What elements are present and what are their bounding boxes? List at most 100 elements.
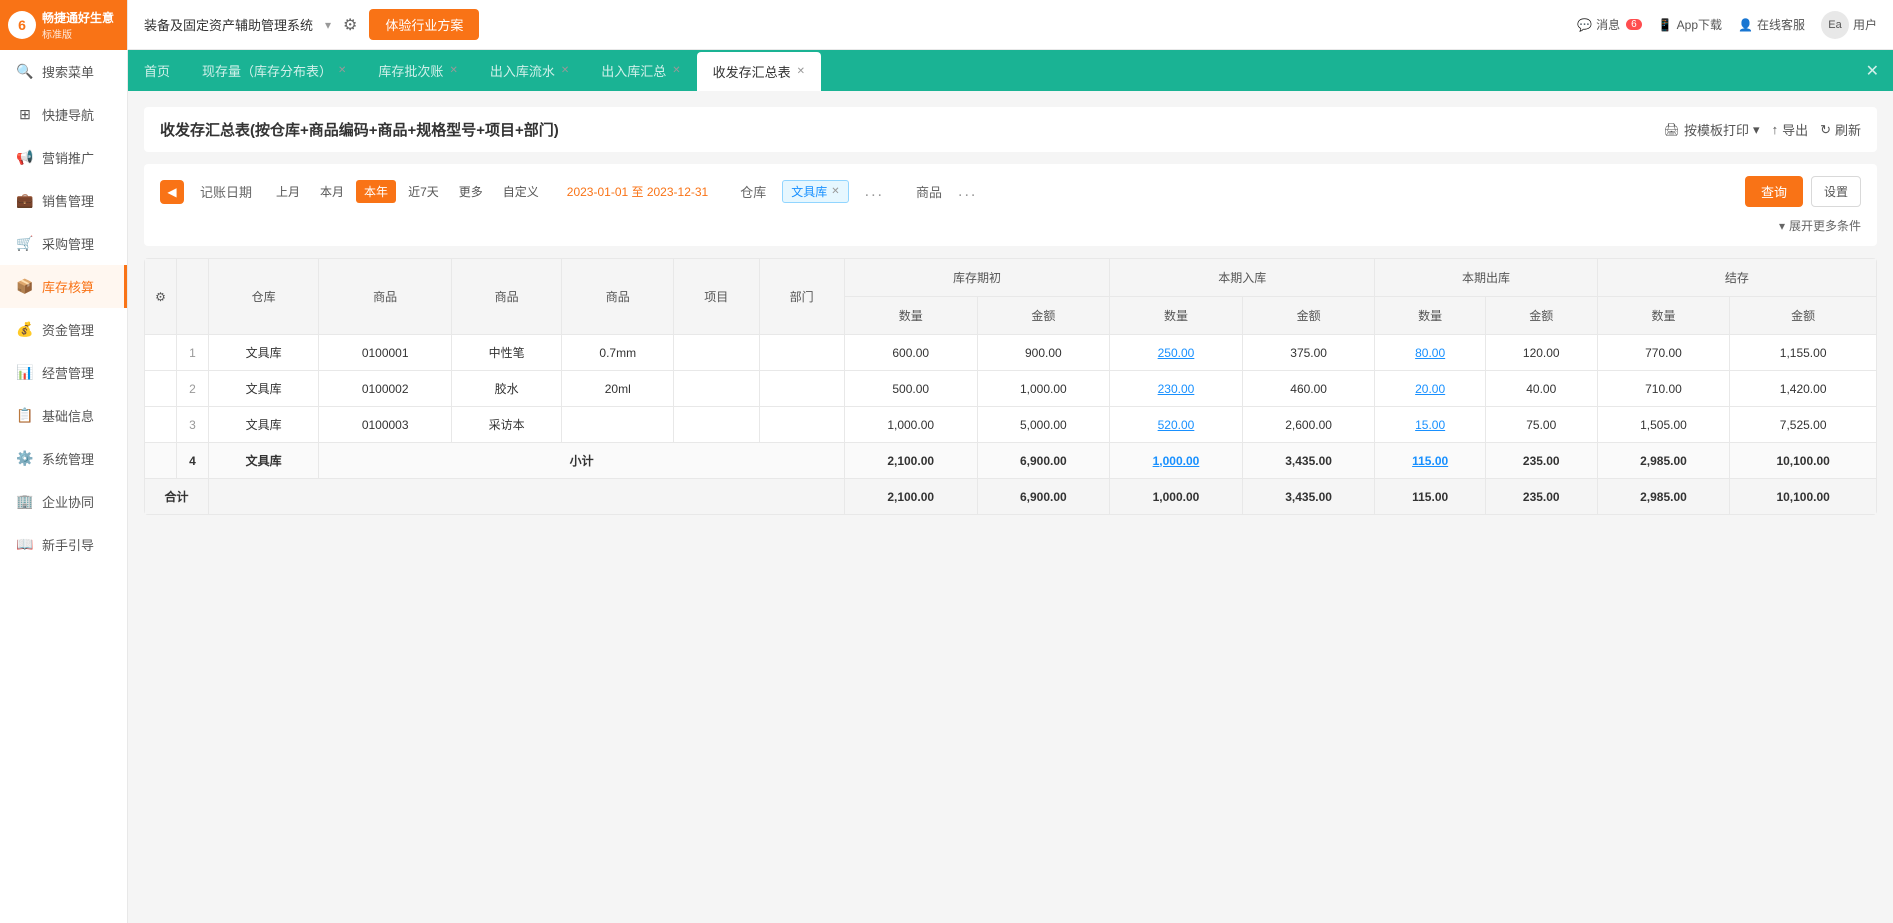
row-goods-code: 0100002 [319, 371, 452, 407]
print-button[interactable]: 🖨 按模板打印 ▾ [1664, 120, 1760, 139]
row-goods-name: 胶水 [452, 371, 562, 407]
tab-close-inout-flow[interactable]: ✕ [561, 65, 569, 76]
main-content: 装备及固定资产辅助管理系统 ▾ ⚙ 体验行业方案 💬 消息 6 📱 App下载 … [128, 0, 1893, 923]
subtotal-row: 4 文具库 小计 2,100.00 6,900.00 1,000.00 3,43… [145, 443, 1877, 479]
tab-inout-summary[interactable]: 出入库汇总 ✕ [585, 51, 696, 90]
date-btn-7days[interactable]: 近7天 [400, 180, 447, 203]
tab-inout-flow-label: 出入库流水 [490, 61, 555, 80]
enterprise-icon: 🏢 [16, 493, 34, 510]
sidebar-item-finance[interactable]: 💰 资金管理 [0, 308, 127, 351]
message-icon: 💬 [1577, 18, 1592, 32]
sidebar-item-system[interactable]: ⚙️ 系统管理 [0, 437, 127, 480]
date-btn-this-month[interactable]: 本月 [312, 180, 352, 203]
tab-close-receive-summary[interactable]: ✕ [797, 66, 805, 77]
settings-icon[interactable]: ⚙ [343, 15, 357, 35]
sidebar-item-label: 采购管理 [42, 234, 94, 253]
sidebar-item-label: 资金管理 [42, 320, 94, 339]
tab-batch[interactable]: 库存批次账 ✕ [362, 51, 473, 90]
sidebar-item-enterprise[interactable]: 🏢 企业协同 [0, 480, 127, 523]
query-button[interactable]: 查询 [1745, 176, 1803, 207]
header-actions: 💬 消息 6 📱 App下载 👤 在线客服 Ea 用户 [1577, 11, 1877, 39]
filter-collapse-button[interactable]: ◀ [160, 180, 184, 204]
home-icon: ⊞ [16, 106, 34, 123]
tab-close-inout-summary[interactable]: ✕ [672, 65, 680, 76]
sidebar-item-purchase[interactable]: 🛒 采购管理 [0, 222, 127, 265]
row-out-qty[interactable]: 15.00 [1375, 407, 1485, 443]
filter-settings-button[interactable]: 设置 [1811, 176, 1861, 207]
row-out-qty[interactable]: 80.00 [1375, 335, 1485, 371]
total-out-qty: 115.00 [1375, 479, 1485, 515]
th-settings[interactable]: ⚙ [145, 259, 177, 335]
total-empty-cell [209, 479, 845, 515]
date-btn-last-month[interactable]: 上月 [268, 180, 308, 203]
sidebar-item-marketing[interactable]: 📢 营销推广 [0, 136, 127, 179]
row-settings[interactable] [145, 371, 177, 407]
tab-inout-flow[interactable]: 出入库流水 ✕ [474, 51, 585, 90]
user-button[interactable]: Ea 用户 [1821, 11, 1877, 39]
expand-conditions-button[interactable]: ▾ 展开更多条件 [1779, 217, 1861, 234]
row-out-amt: 40.00 [1485, 371, 1597, 407]
row-goods-name: 采访本 [452, 407, 562, 443]
row-settings[interactable] [145, 407, 177, 443]
tab-close-batch[interactable]: ✕ [449, 65, 457, 76]
th-opening-qty: 数量 [844, 297, 977, 335]
goods-ellipsis[interactable]: ... [958, 183, 977, 201]
table-row: 1 文具库 0100001 中性笔 0.7mm 600.00 900.00 25… [145, 335, 1877, 371]
subtotal-out-qty[interactable]: 115.00 [1375, 443, 1485, 479]
row-index: 2 [177, 371, 209, 407]
th-warehouse: 仓库 [209, 259, 319, 335]
sidebar-nav: 🔍 搜索菜单 ⊞ 快捷导航 📢 营销推广 💼 销售管理 🛒 采购管理 📦 库存核… [0, 50, 127, 923]
sidebar-item-search[interactable]: 🔍 搜索菜单 [0, 50, 127, 93]
sidebar-item-guide[interactable]: 📖 新手引导 [0, 523, 127, 566]
system-title: 装备及固定资产辅助管理系统 [144, 15, 313, 34]
sidebar-item-sales[interactable]: 💼 销售管理 [0, 179, 127, 222]
logo-main-text: 畅捷通好生意 [42, 9, 114, 26]
subtotal-bal-amt: 10,100.00 [1730, 443, 1877, 479]
subtotal-label: 小计 [319, 443, 845, 479]
date-btn-custom[interactable]: 自定义 [495, 180, 547, 203]
warehouse-ellipsis[interactable]: ... [865, 183, 884, 201]
online-service-button[interactable]: 👤 在线客服 [1738, 16, 1805, 33]
export-button[interactable]: ↑ 导出 [1772, 120, 1809, 139]
date-buttons: 上月 本月 本年 近7天 更多 自定义 [268, 180, 547, 203]
row-project [674, 371, 759, 407]
subtotal-warehouse: 文具库 [209, 443, 319, 479]
message-button[interactable]: 💬 消息 6 [1577, 16, 1642, 33]
row-in-qty[interactable]: 250.00 [1110, 335, 1243, 371]
tab-close-inventory-dist[interactable]: ✕ [338, 65, 346, 76]
sidebar-item-quick-nav[interactable]: ⊞ 快捷导航 [0, 93, 127, 136]
tab-receive-summary[interactable]: 收发存汇总表 ✕ [697, 52, 821, 91]
chevron-down-icon: ▾ [1753, 122, 1760, 138]
row-in-qty[interactable]: 230.00 [1110, 371, 1243, 407]
row-opening-qty: 500.00 [844, 371, 977, 407]
try-button[interactable]: 体验行业方案 [369, 9, 479, 40]
sidebar-item-label: 搜索菜单 [42, 62, 94, 81]
sidebar-item-basic-info[interactable]: 📋 基础信息 [0, 394, 127, 437]
message-label: 消息 [1596, 16, 1620, 33]
print-label: 按模板打印 [1684, 120, 1749, 139]
sidebar-item-inventory[interactable]: 📦 库存核算 [0, 265, 127, 308]
export-label: 导出 [1782, 120, 1808, 139]
export-icon: ↑ [1772, 122, 1779, 137]
tab-home[interactable]: 首页 [128, 51, 186, 90]
th-department: 部门 [759, 259, 844, 335]
tab-inventory-dist[interactable]: 现存量（库存分布表） ✕ [186, 51, 362, 90]
subtotal-in-qty[interactable]: 1,000.00 [1110, 443, 1243, 479]
date-btn-this-year[interactable]: 本年 [356, 180, 396, 203]
refresh-button[interactable]: ↻ 刷新 [1820, 120, 1861, 139]
date-btn-more[interactable]: 更多 [451, 180, 491, 203]
warehouse-tag-close[interactable]: ✕ [831, 186, 839, 197]
row-settings[interactable] [145, 335, 177, 371]
th-out-amt: 金额 [1485, 297, 1597, 335]
app-download-button[interactable]: 📱 App下载 [1658, 16, 1722, 33]
guide-icon: 📖 [16, 536, 34, 553]
row-in-qty[interactable]: 520.00 [1110, 407, 1243, 443]
refresh-label: 刷新 [1835, 120, 1861, 139]
tab-bar-close-button[interactable]: ✕ [1852, 51, 1893, 91]
sidebar-item-operations[interactable]: 📊 经营管理 [0, 351, 127, 394]
purchase-icon: 🛒 [16, 235, 34, 252]
sidebar-item-label: 经营管理 [42, 363, 94, 382]
row-out-qty[interactable]: 20.00 [1375, 371, 1485, 407]
info-icon: 📋 [16, 407, 34, 424]
message-badge: 6 [1626, 19, 1642, 30]
